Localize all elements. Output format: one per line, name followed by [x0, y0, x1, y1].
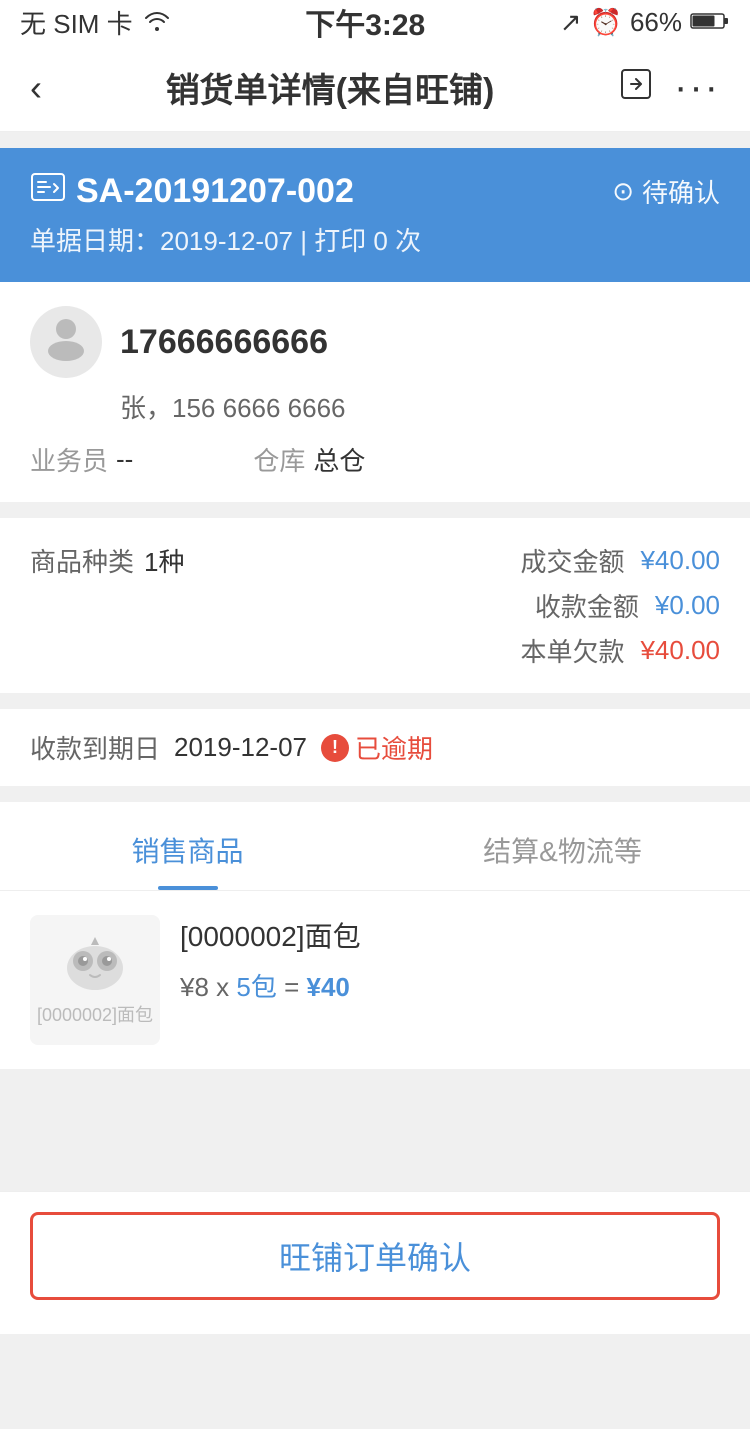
share-icon[interactable] — [618, 66, 654, 110]
product-kind-value: 1种 — [144, 542, 184, 579]
due-section: 收款到期日 2019-12-07 ! 已逾期 — [0, 709, 750, 786]
product-qty: 5包 — [236, 972, 276, 1002]
warehouse-item: 仓库 总仓 — [253, 441, 365, 478]
debt-amount-value: ¥40.00 — [640, 635, 720, 666]
location-icon: ↗ — [560, 7, 582, 38]
customer-section: 17666666666 张，156 6666 6666 业务员 -- 仓库 总仓 — [0, 282, 750, 502]
product-kind-label: 商品种类 — [30, 542, 134, 579]
customer-row: 17666666666 — [30, 306, 720, 378]
no-sim-text: 无 SIM 卡 — [20, 4, 133, 41]
product-total: ¥40 — [306, 972, 349, 1002]
debt-amount-row: 本单欠款 ¥40.00 — [520, 632, 720, 669]
page-title: 销货单详情(来自旺铺) — [166, 63, 495, 112]
amount-section: 商品种类 1种 成交金额 ¥40.00 收款金额 ¥0.00 本单欠款 ¥40.… — [0, 518, 750, 693]
overdue-badge: ! 已逾期 — [321, 729, 433, 766]
tabs-section: 销售商品 结算&物流等 — [0, 802, 750, 1069]
product-thumbnail-inner: [0000002]面包 — [37, 933, 153, 1027]
status-left: 无 SIM 卡 — [20, 4, 171, 41]
product-kind: 商品种类 1种 — [30, 542, 184, 579]
product-price-row: ¥8 x 5包 = ¥40 — [180, 967, 720, 1004]
order-id: SA-20191207-002 — [30, 172, 354, 211]
user-icon — [42, 313, 90, 371]
order-status: ⊙ 待确认 — [612, 173, 720, 210]
receipt-amount-value: ¥0.00 — [655, 590, 720, 621]
product-item: [0000002]面包 [0000002]面包 ¥8 x 5包 = ¥40 — [0, 891, 750, 1069]
warehouse-value: 总仓 — [313, 441, 365, 478]
deal-amount-value: ¥40.00 — [640, 545, 720, 576]
due-label: 收款到期日 — [30, 729, 160, 766]
customer-phone: 17666666666 — [120, 323, 328, 362]
customer-meta: 业务员 -- 仓库 总仓 — [30, 441, 720, 478]
battery-text: 66% — [630, 7, 682, 38]
tab-sales-products[interactable]: 销售商品 — [0, 802, 375, 890]
product-unit-price: ¥8 x — [180, 972, 236, 1002]
amounts-right: 成交金额 ¥40.00 收款金额 ¥0.00 本单欠款 ¥40.00 — [520, 542, 720, 669]
product-info: [0000002]面包 ¥8 x 5包 = ¥40 — [180, 915, 720, 1004]
deal-amount-row: 成交金额 ¥40.00 — [520, 542, 720, 579]
salesperson-value: -- — [116, 444, 133, 475]
status-bar: 无 SIM 卡 下午3:28 ↗ ⏰ 66% — [0, 0, 750, 44]
product-equals: = — [277, 972, 307, 1002]
receipt-amount-label: 收款金额 — [535, 587, 639, 624]
nav-actions: ··· — [618, 65, 720, 110]
product-name: [0000002]面包 — [180, 915, 720, 955]
due-date: 2019-12-07 — [174, 732, 307, 763]
deal-amount-label: 成交金额 — [520, 542, 624, 579]
nav-bar: ‹ 销货单详情(来自旺铺) ··· — [0, 44, 750, 132]
customer-name: 张，156 6666 6666 — [120, 388, 720, 425]
tab-settlement-logistics[interactable]: 结算&物流等 — [375, 802, 750, 890]
status-time: 下午3:28 — [305, 0, 425, 44]
overdue-text: 已逾期 — [355, 729, 433, 766]
back-button[interactable]: ‹ — [30, 67, 42, 109]
wifi-icon — [143, 7, 171, 38]
brand-label: [0000002]面包 — [37, 1001, 153, 1027]
debt-amount-label: 本单欠款 — [520, 632, 624, 669]
battery-icon — [690, 7, 730, 38]
avatar — [30, 306, 102, 378]
order-icon — [30, 172, 66, 211]
overdue-warning-icon: ! — [321, 734, 349, 762]
receipt-amount-row: 收款金额 ¥0.00 — [535, 587, 720, 624]
order-header: SA-20191207-002 ⊙ 待确认 单据日期：2019-12-07 | … — [0, 148, 750, 282]
bottom-bar: 旺铺订单确认 — [0, 1191, 750, 1334]
warehouse-label: 仓库 — [253, 441, 305, 478]
confirm-order-button[interactable]: 旺铺订单确认 — [30, 1212, 720, 1300]
salesperson-item: 业务员 -- — [30, 441, 133, 478]
clock-icon: ⊙ — [612, 176, 634, 207]
more-icon[interactable]: ··· — [674, 65, 720, 110]
status-right: ↗ ⏰ 66% — [560, 7, 730, 38]
product-thumbnail: [0000002]面包 — [30, 915, 160, 1045]
salesperson-label: 业务员 — [30, 441, 108, 478]
order-date: 单据日期：2019-12-07 | 打印 0 次 — [30, 221, 720, 258]
alarm-icon: ⏰ — [590, 7, 622, 38]
tabs-row: 销售商品 结算&物流等 — [0, 802, 750, 891]
